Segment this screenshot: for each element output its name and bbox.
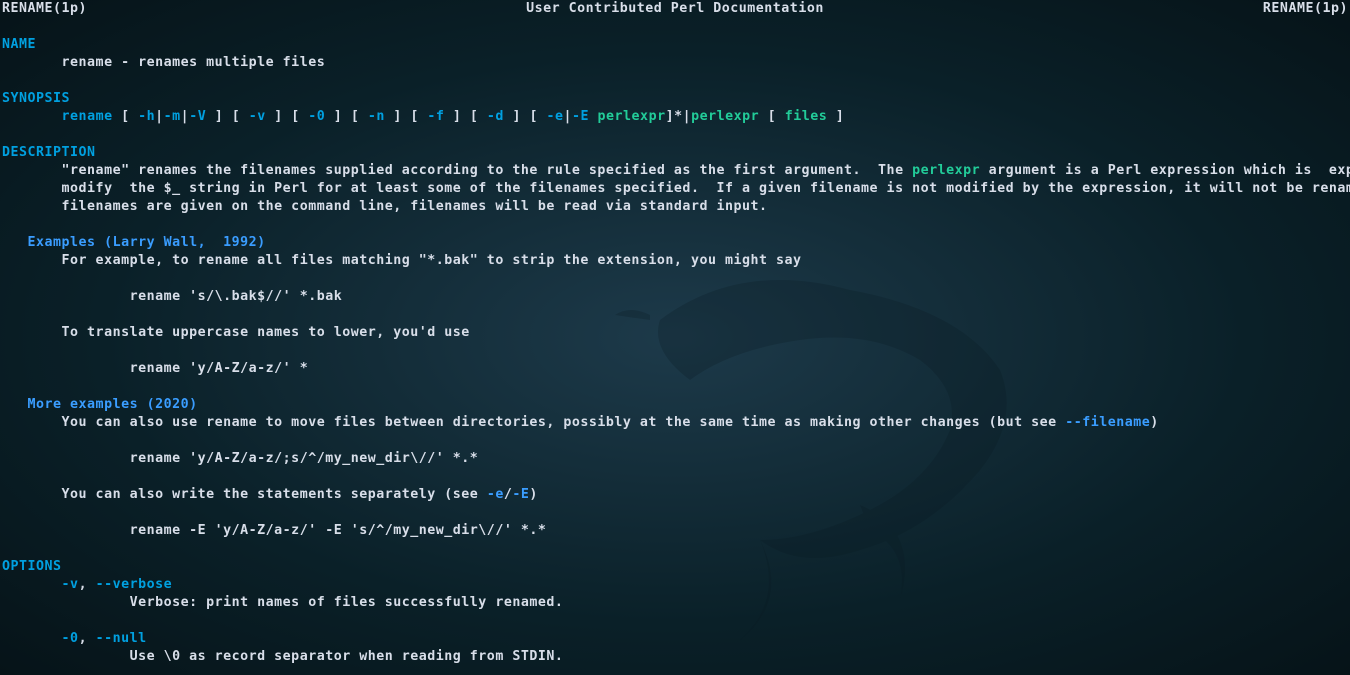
ex1-l1: For example, to rename all files matchin… — [2, 252, 1348, 270]
opt-verbose-desc: Verbose: print names of files successful… — [2, 594, 1348, 612]
description-heading: DESCRIPTION — [2, 144, 1348, 162]
examples-1992-heading: Examples (Larry Wall, 1992) — [2, 234, 1348, 252]
options-heading: OPTIONS — [2, 558, 1348, 576]
opt-null: -0, --null — [2, 630, 1348, 648]
opt-verbose: -v, --verbose — [2, 576, 1348, 594]
ex2-l3: You can also write the statements separa… — [2, 486, 1348, 504]
ex1-l4: rename 'y/A-Z/a-z/' * — [2, 360, 1348, 378]
desc-p2: modify the $_ string in Perl for at leas… — [2, 180, 1348, 198]
opt-null-desc: Use \0 as record separator when reading … — [2, 648, 1348, 666]
ex2-l4: rename -E 'y/A-Z/a-z/' -E 's/^/my_new_di… — [2, 522, 1348, 540]
name-body: rename - renames multiple files — [2, 54, 1348, 72]
ex2-l1: You can also use rename to move files be… — [2, 414, 1348, 432]
ex1-l3: To translate uppercase names to lower, y… — [2, 324, 1348, 342]
ex2-l2: rename 'y/A-Z/a-z/;s/^/my_new_dir\//' *.… — [2, 450, 1348, 468]
man-header: RENAME(1p) User Contributed Perl Documen… — [2, 0, 1348, 18]
header-left: RENAME(1p) — [2, 0, 87, 18]
desc-p1: "rename" renames the filenames supplied … — [2, 162, 1348, 180]
examples-2020-heading: More examples (2020) — [2, 396, 1348, 414]
header-center: User Contributed Perl Documentation — [526, 0, 824, 18]
man-page: RENAME(1p) User Contributed Perl Documen… — [0, 0, 1350, 666]
desc-p3: filenames are given on the command line,… — [2, 198, 1348, 216]
synopsis-heading: SYNOPSIS — [2, 90, 1348, 108]
ex1-l2: rename 's/\.bak$//' *.bak — [2, 288, 1348, 306]
name-heading: NAME — [2, 36, 1348, 54]
header-right: RENAME(1p) — [1263, 0, 1348, 18]
synopsis-line: rename [ -h|-m|-V ] [ -v ] [ -0 ] [ -n ]… — [2, 108, 1348, 126]
